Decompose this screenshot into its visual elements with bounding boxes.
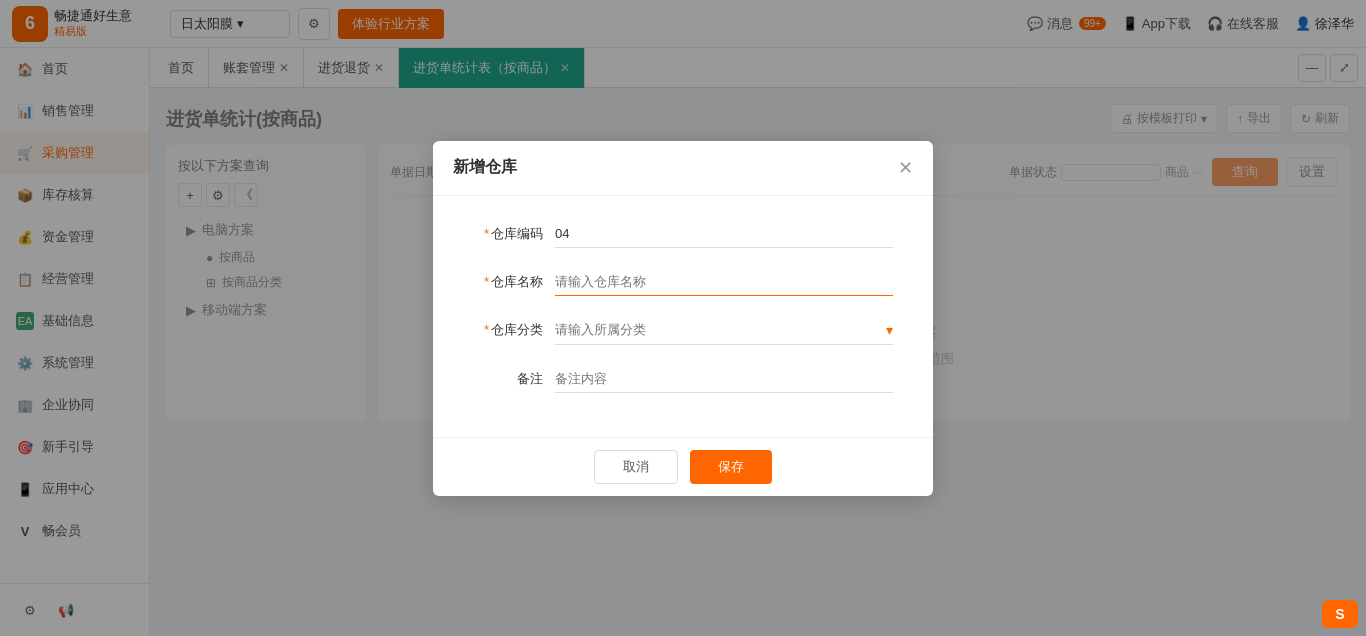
category-dropdown-icon[interactable]: ▾ — [886, 322, 893, 338]
form-row-category: 仓库分类 ▾ — [473, 316, 893, 345]
remark-label: 备注 — [473, 370, 543, 388]
main-content-area: 首页 账套管理 ✕ 进货退货 ✕ 进货单统计表（按商品） ✕ — ⤢ 进货单统计… — [150, 48, 1366, 636]
main-layout: 🏠 首页 📊 销售管理 🛒 采购管理 📦 库存核算 💰 资金管理 📋 经营管理 … — [0, 48, 1366, 636]
modal-title: 新增仓库 — [453, 157, 517, 178]
form-row-remark: 备注 — [473, 365, 893, 393]
code-input[interactable] — [555, 220, 893, 248]
category-label: 仓库分类 — [473, 321, 543, 339]
modal-footer: 取消 保存 — [433, 437, 933, 496]
modal-close-button[interactable]: ✕ — [898, 157, 913, 179]
cancel-button[interactable]: 取消 — [594, 450, 678, 484]
modal-overlay: 新增仓库 ✕ 仓库编码 仓库名称 仓库分类 — [150, 48, 1366, 636]
brand-logo: S — [1322, 600, 1358, 628]
remark-input[interactable] — [555, 365, 893, 393]
name-label: 仓库名称 — [473, 273, 543, 291]
category-input[interactable] — [555, 322, 886, 337]
name-input[interactable] — [555, 268, 893, 296]
category-select-wrap: ▾ — [555, 316, 893, 345]
code-label: 仓库编码 — [473, 225, 543, 243]
modal-body: 仓库编码 仓库名称 仓库分类 ▾ — [433, 196, 933, 437]
form-row-code: 仓库编码 — [473, 220, 893, 248]
new-warehouse-modal: 新增仓库 ✕ 仓库编码 仓库名称 仓库分类 — [433, 141, 933, 496]
modal-header: 新增仓库 ✕ — [433, 141, 933, 196]
form-row-name: 仓库名称 — [473, 268, 893, 296]
save-button[interactable]: 保存 — [690, 450, 772, 484]
